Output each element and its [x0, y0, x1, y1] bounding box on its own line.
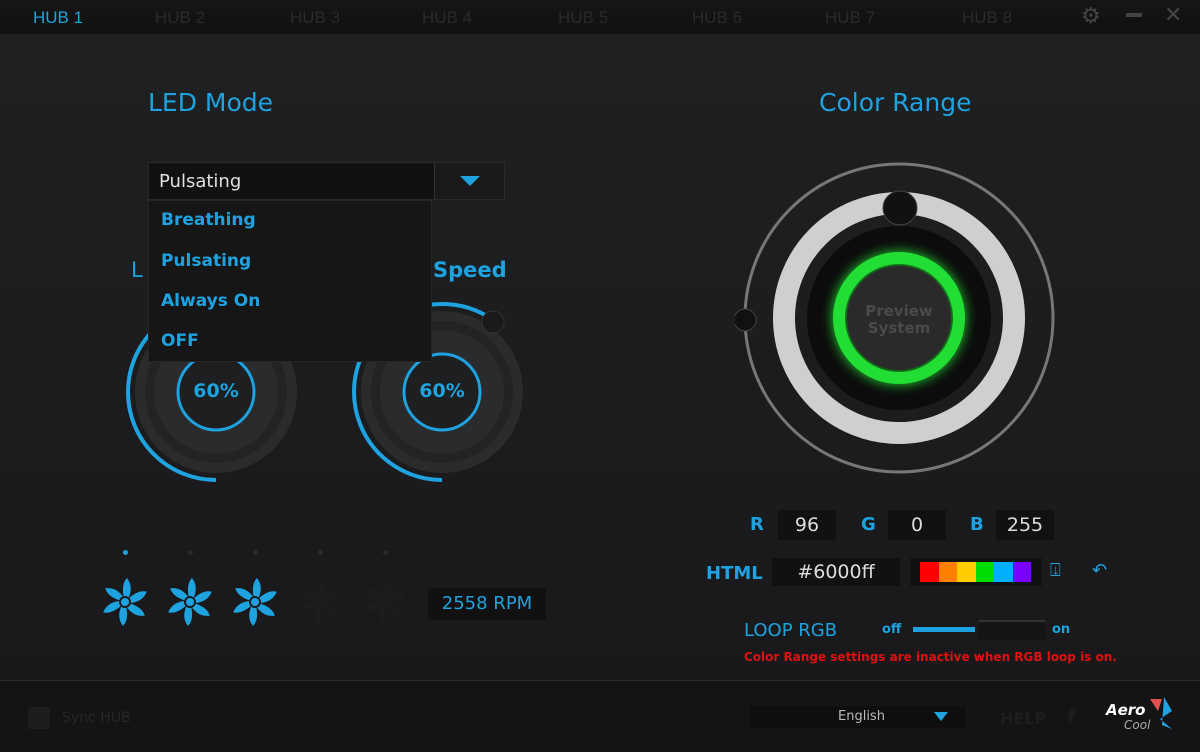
loop-rgb-toggle[interactable]	[913, 620, 1045, 640]
knob-1-label: L	[131, 258, 143, 282]
loop-rgb-label: LOOP RGB	[744, 620, 838, 641]
led-mode-menu: Breathing Pulsating Always On OFF	[148, 200, 432, 362]
led-mode-selected: Pulsating	[159, 171, 242, 192]
fan-icon[interactable]	[295, 575, 345, 629]
x-icon[interactable]: ✕	[1164, 3, 1182, 28]
aerocool-logo-icon	[1150, 697, 1172, 729]
color-swatches	[910, 558, 1042, 586]
b-input[interactable]: 255	[996, 510, 1054, 540]
minus-icon[interactable]	[1126, 13, 1142, 17]
tab-hub-3[interactable]: HUB 3	[290, 8, 340, 28]
menu-item-always-on[interactable]: Always On	[161, 291, 260, 311]
tab-hub-7[interactable]: HUB 7	[825, 8, 875, 28]
brightness-value: 60%	[193, 380, 239, 402]
loop-warning: Color Range settings are inactive when R…	[744, 650, 1117, 664]
fan-icon[interactable]	[100, 575, 150, 629]
help-link[interactable]: HELP	[1000, 709, 1046, 728]
color-swatch[interactable]	[975, 562, 994, 582]
led-mode-select[interactable]: Pulsating	[148, 162, 505, 200]
footer: Sync HUB English HELP f Aero Cool	[0, 680, 1200, 752]
hub-tab-bar: HUB 1 HUB 2 HUB 3 HUB 4 HUB 5 HUB 6 HUB …	[0, 0, 1200, 34]
fan-icon[interactable]	[230, 575, 280, 629]
tab-hub-5[interactable]: HUB 5	[558, 8, 608, 28]
fan-icon[interactable]	[165, 575, 215, 629]
chevron-down-icon	[934, 712, 948, 721]
fan-indicator-dot	[253, 550, 258, 555]
system-label: System	[867, 319, 931, 337]
menu-item-pulsating[interactable]: Pulsating	[161, 251, 251, 271]
fan-icon[interactable]	[360, 575, 410, 629]
color-swatch[interactable]	[994, 562, 1013, 582]
b-label: B	[970, 514, 984, 535]
save-icon[interactable]: ⍗	[1050, 560, 1061, 581]
wheel-side-handle	[735, 308, 757, 332]
preview-label: Preview	[865, 302, 933, 320]
preview-system-button[interactable]: Preview System	[846, 303, 952, 337]
rpm-readout: 2558 RPM	[428, 588, 546, 620]
facebook-icon[interactable]: f	[1068, 707, 1075, 727]
undo-icon[interactable]: ↶	[1092, 560, 1107, 581]
g-label: G	[861, 514, 876, 535]
html-label: HTML	[706, 563, 763, 584]
wheel-handle	[882, 190, 918, 226]
knob-2-label: Speed	[433, 258, 507, 282]
tab-hub-1[interactable]: HUB 1	[33, 8, 83, 28]
menu-item-breathing[interactable]: Breathing	[161, 210, 256, 230]
tab-hub-8[interactable]: HUB 8	[962, 8, 1012, 28]
chevron-down-icon[interactable]	[434, 163, 504, 199]
html-color-input[interactable]: #6000ff	[772, 558, 900, 586]
fan-indicator-dot	[188, 550, 193, 555]
g-input[interactable]: 0	[888, 510, 946, 540]
color-swatch[interactable]	[920, 562, 939, 582]
speed-value: 60%	[419, 380, 465, 402]
aerocool-logo: Aero Cool	[1106, 701, 1151, 733]
loop-off-label: off	[882, 622, 902, 637]
fan-indicator-dot	[383, 550, 388, 555]
gear-icon[interactable]: ⚙	[1081, 4, 1101, 29]
sync-hub-checkbox[interactable]	[28, 707, 50, 729]
toggle-handle[interactable]	[979, 620, 1045, 640]
fan-indicator-dot	[318, 550, 323, 555]
color-swatch[interactable]	[938, 562, 957, 582]
language-select[interactable]: English	[750, 706, 965, 728]
language-value: English	[838, 709, 885, 724]
r-input[interactable]: 96	[778, 510, 836, 540]
tab-hub-6[interactable]: HUB 6	[692, 8, 742, 28]
tab-hub-2[interactable]: HUB 2	[155, 8, 205, 28]
fan-indicator-dot	[123, 550, 128, 555]
sync-hub-label: Sync HUB	[62, 710, 131, 726]
color-swatch[interactable]	[957, 562, 976, 582]
led-mode-title: LED Mode	[148, 88, 274, 117]
menu-item-off[interactable]: OFF	[161, 331, 199, 351]
loop-on-label: on	[1052, 622, 1071, 637]
r-label: R	[750, 514, 764, 535]
color-range-title: Color Range	[819, 88, 972, 117]
color-swatch[interactable]	[1012, 562, 1031, 582]
tab-hub-4[interactable]: HUB 4	[422, 8, 472, 28]
